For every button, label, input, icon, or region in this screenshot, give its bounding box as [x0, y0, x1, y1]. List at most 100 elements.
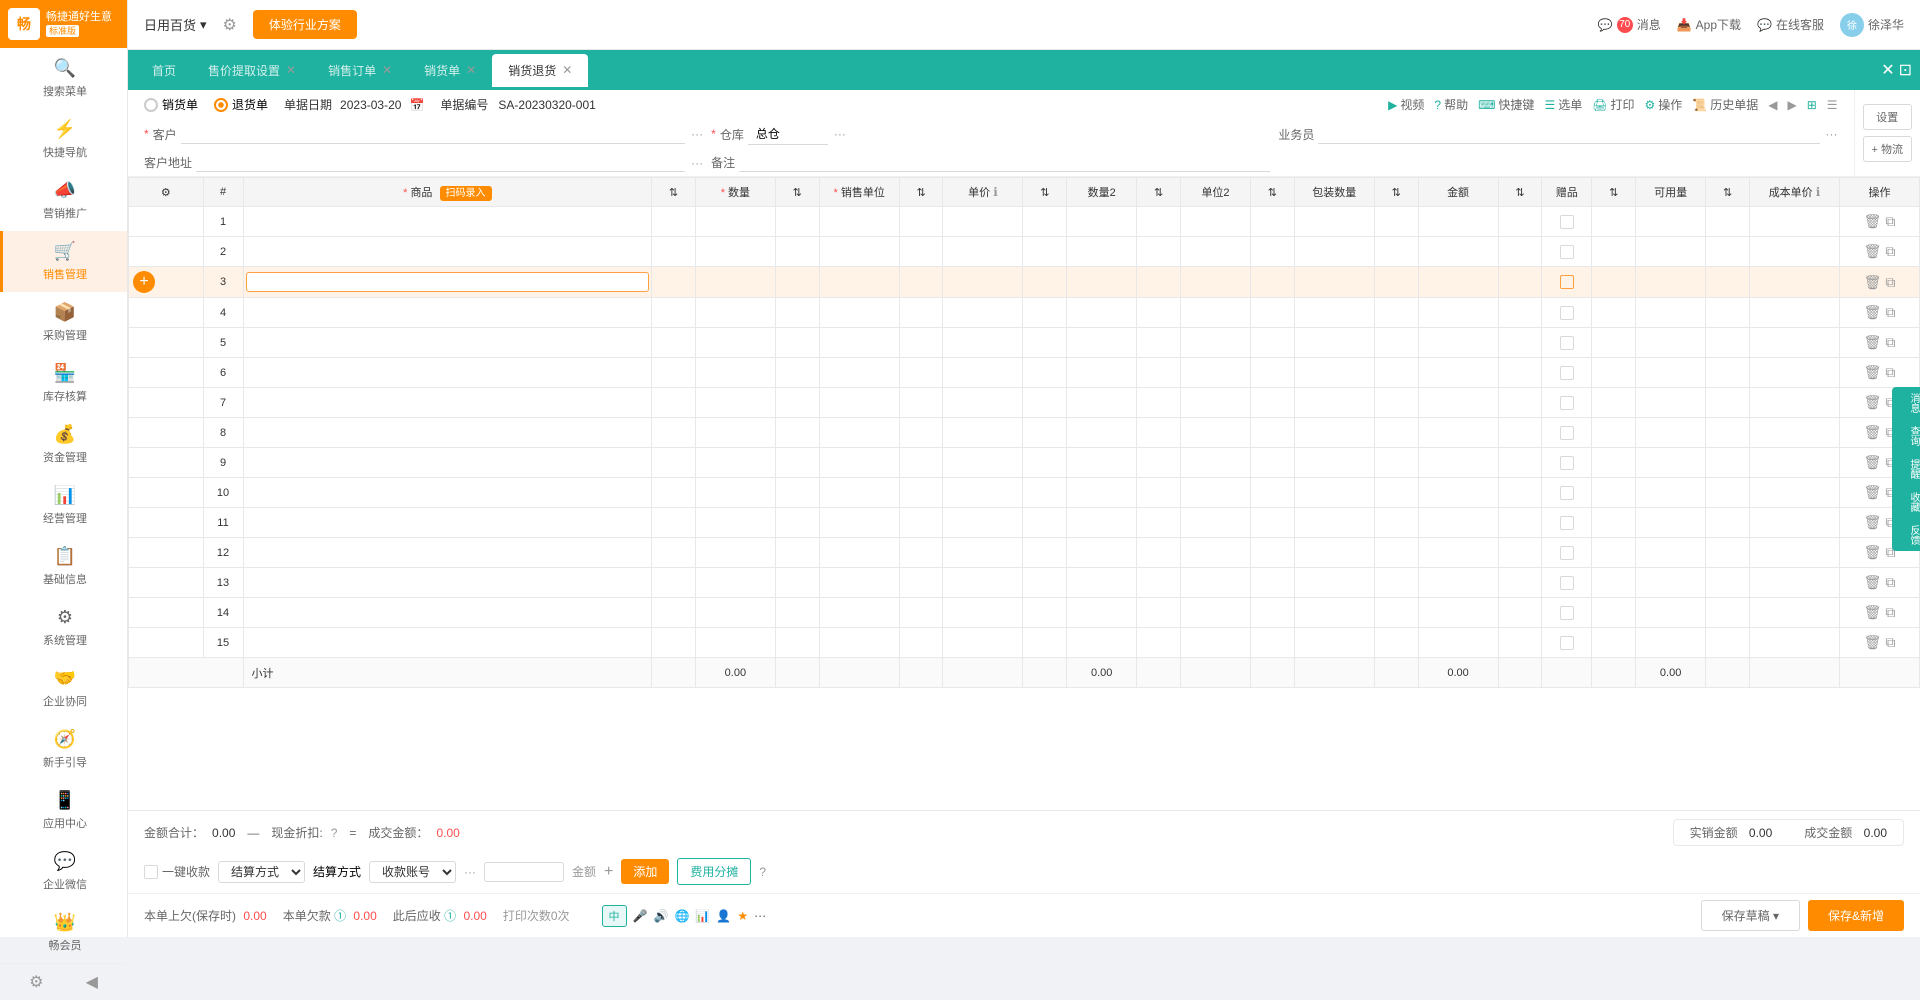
float-query[interactable]: 查询	[1892, 420, 1920, 452]
toolbar-video-btn[interactable]: ▶ 视频	[1388, 96, 1424, 113]
staff-input[interactable]	[1318, 125, 1819, 144]
row-delete-btn[interactable]: 🗑	[1864, 213, 1882, 230]
star-icon[interactable]: ★	[737, 909, 748, 923]
payment-amount-input[interactable]	[484, 862, 564, 882]
tab-price-setting-close[interactable]: ✕	[286, 63, 296, 77]
row-copy-btn[interactable]: ⧉	[1885, 274, 1895, 291]
tab-sales-return-close[interactable]: ✕	[562, 63, 572, 77]
tab-sales-delivery-close[interactable]: ✕	[466, 63, 476, 77]
input-method-icon[interactable]: 中	[602, 905, 627, 927]
row-copy-btn[interactable]: ⧉	[1885, 634, 1895, 651]
add-row-btn[interactable]: +	[133, 271, 155, 293]
account-dots[interactable]: ···	[464, 865, 476, 879]
sidebar-item-wechat[interactable]: 💬 企业微信	[0, 841, 127, 902]
prev-record-btn[interactable]: ◀	[1768, 98, 1777, 112]
sidebar-item-system[interactable]: ⚙ 系统管理	[0, 597, 127, 658]
row-delete-btn[interactable]: 🗑	[1864, 394, 1882, 411]
fee-split-btn[interactable]: 费用分摊	[677, 858, 751, 885]
toolbar-print-btn[interactable]: 🖨 打印	[1592, 96, 1634, 113]
float-messages[interactable]: 消息	[1892, 387, 1920, 419]
date-value[interactable]: 2023-03-20	[340, 98, 401, 112]
sidebar-item-apps[interactable]: 📱 应用中心	[0, 780, 127, 841]
tab-sales-order-close[interactable]: ✕	[382, 63, 392, 77]
voice-icon[interactable]: 🔊	[654, 909, 669, 923]
save-draft-btn[interactable]: 保存草稿 ▾	[1701, 900, 1800, 931]
row-delete-btn[interactable]: 🗑	[1864, 544, 1882, 561]
row-gift[interactable]	[1542, 207, 1592, 237]
message-btn[interactable]: 💬 70 消息	[1598, 16, 1661, 33]
row-delete-btn[interactable]: 🗑	[1864, 604, 1882, 621]
warehouse-dots[interactable]: ···	[834, 127, 846, 141]
mic-icon[interactable]: 🎤	[633, 909, 648, 923]
one-click-checkbox[interactable]: 一键收款	[144, 863, 210, 880]
sidebar-item-search[interactable]: 🔍 搜索菜单	[0, 48, 127, 109]
row-cost[interactable]	[1750, 207, 1840, 237]
tab-restore-icon[interactable]: ⊡	[1899, 60, 1912, 80]
row-delete-btn[interactable]: 🗑	[1864, 484, 1882, 501]
row-avail[interactable]	[1636, 207, 1706, 237]
row-delete-btn[interactable]: 🗑	[1864, 304, 1882, 321]
row-amount[interactable]	[1418, 207, 1498, 237]
float-remind[interactable]: 提醒	[1892, 453, 1920, 485]
tab-sales-order[interactable]: 销售订单 ✕	[312, 54, 408, 87]
row-qty[interactable]	[695, 207, 775, 237]
row-copy-btn[interactable]: ⧉	[1885, 364, 1895, 381]
row-delete-btn[interactable]: 🗑	[1864, 514, 1882, 531]
tab-sales-delivery[interactable]: 销货单 ✕	[408, 54, 492, 87]
row-goods[interactable]	[243, 237, 652, 267]
th-settings[interactable]: ⚙	[129, 178, 204, 207]
translate-icon[interactable]: 🌐	[674, 909, 689, 923]
save-new-btn[interactable]: 保存&新增	[1808, 900, 1904, 931]
settings-btn[interactable]: 设置	[1863, 104, 1912, 130]
sidebar-item-member[interactable]: 👑 畅会员	[0, 902, 127, 963]
row-pack[interactable]	[1294, 207, 1374, 237]
logistics-btn[interactable]: + 物流	[1863, 136, 1912, 162]
user-profile[interactable]: 徐 徐泽华	[1840, 13, 1904, 37]
tab-price-setting[interactable]: 售价提取设置 ✕	[192, 54, 312, 87]
sidebar-item-enterprise[interactable]: 🤝 企业协同	[0, 658, 127, 719]
row-copy-btn[interactable]: ⧉	[1885, 574, 1895, 591]
row-unit2[interactable]	[1181, 207, 1251, 237]
amount-dots[interactable]: +	[604, 863, 613, 881]
customer-input[interactable]	[181, 125, 685, 144]
tab-close-all-icon[interactable]: ✕	[1881, 60, 1894, 80]
more-icon[interactable]: ⋯	[754, 909, 766, 923]
sidebar-item-basic[interactable]: 📋 基础信息	[0, 536, 127, 597]
payment-add-btn[interactable]: 添加	[621, 859, 669, 884]
sidebar-item-marketing[interactable]: 📣 营销推广	[0, 170, 127, 231]
row-goods[interactable]	[243, 207, 652, 237]
note-input[interactable]	[739, 153, 1270, 172]
toolbar-select-btn[interactable]: ☰ 选单	[1544, 96, 1582, 113]
next-record-btn[interactable]: ▶	[1787, 98, 1796, 112]
sidebar-item-finance[interactable]: 💰 资金管理	[0, 414, 127, 475]
sidebar-item-shortcuts[interactable]: ⚡ 快捷导航	[0, 109, 127, 170]
sidebar-item-purchase[interactable]: 📦 采购管理	[0, 292, 127, 353]
barcode-btn[interactable]: 扫码录入	[440, 186, 492, 201]
row-copy-btn[interactable]: ⧉	[1885, 604, 1895, 621]
row-delete-btn[interactable]: 🗑	[1864, 334, 1882, 351]
account-select[interactable]: 收款账号	[369, 861, 456, 883]
table-icon[interactable]: 📊	[695, 909, 710, 923]
row-delete-btn[interactable]: 🗑	[1864, 634, 1882, 651]
row-copy-btn[interactable]: ⧉	[1885, 243, 1895, 260]
goods-input[interactable]	[246, 272, 650, 292]
row-delete-btn[interactable]: 🗑	[1864, 274, 1882, 291]
row-delete-btn[interactable]: 🗑	[1864, 574, 1882, 591]
row-copy-btn[interactable]: ⧉	[1885, 213, 1895, 230]
sidebar-settings-btn[interactable]: ⚙	[29, 972, 43, 992]
service-btn[interactable]: 💬 在线客服	[1757, 16, 1824, 33]
view-grid-icon[interactable]: ⊞	[1807, 98, 1817, 112]
calendar-icon[interactable]: 📅	[409, 98, 424, 112]
daily-selector[interactable]: 日用百货 ▾	[144, 15, 207, 34]
payment-method-select[interactable]: 结算方式	[218, 861, 305, 883]
sidebar-item-sales[interactable]: 🛒 销售管理	[0, 231, 127, 292]
staff-dots[interactable]: ···	[1826, 127, 1838, 141]
row-delete-btn[interactable]: 🗑	[1864, 454, 1882, 471]
toolbar-shortcut-btn[interactable]: ⌨ 快捷键	[1478, 96, 1534, 113]
toolbar-history-btn[interactable]: 📜 历史单据	[1692, 96, 1758, 113]
sidebar-item-guide[interactable]: 🧭 新手引导	[0, 719, 127, 780]
float-favorite[interactable]: 收藏	[1892, 486, 1920, 518]
toolbar-help-btn[interactable]: ? 帮助	[1434, 96, 1468, 113]
tab-sales-return[interactable]: 销货退货 ✕	[492, 54, 588, 87]
sidebar-item-operation[interactable]: 📊 经营管理	[0, 475, 127, 536]
